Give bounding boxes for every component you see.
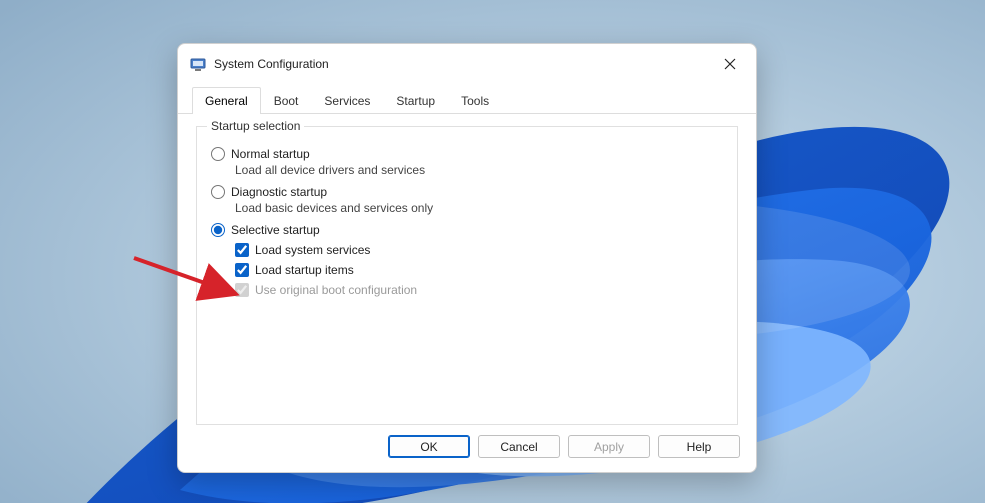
option-selective-startup[interactable]: Selective startup bbox=[211, 223, 723, 237]
label-diagnostic-startup: Diagnostic startup bbox=[231, 185, 327, 199]
desc-diagnostic-startup: Load basic devices and services only bbox=[235, 201, 723, 215]
radio-selective-startup[interactable] bbox=[211, 223, 225, 237]
tab-startup[interactable]: Startup bbox=[383, 87, 448, 114]
apply-button: Apply bbox=[568, 435, 650, 458]
tab-general[interactable]: General bbox=[192, 87, 261, 114]
label-load-system-services: Load system services bbox=[255, 243, 370, 257]
checkbox-load-system-services[interactable] bbox=[235, 243, 249, 257]
label-use-original-boot: Use original boot configuration bbox=[255, 283, 417, 297]
cancel-button[interactable]: Cancel bbox=[478, 435, 560, 458]
tab-tools[interactable]: Tools bbox=[448, 87, 502, 114]
label-selective-startup: Selective startup bbox=[231, 223, 320, 237]
desc-normal-startup: Load all device drivers and services bbox=[235, 163, 723, 177]
label-load-startup-items: Load startup items bbox=[255, 263, 354, 277]
help-button[interactable]: Help bbox=[658, 435, 740, 458]
checkbox-use-original-boot bbox=[235, 283, 249, 297]
window-title: System Configuration bbox=[214, 57, 714, 71]
tab-services[interactable]: Services bbox=[311, 87, 383, 114]
titlebar: System Configuration bbox=[178, 44, 756, 80]
radio-normal-startup[interactable] bbox=[211, 147, 225, 161]
checkbox-load-startup-items[interactable] bbox=[235, 263, 249, 277]
option-load-startup-items[interactable]: Load startup items bbox=[235, 263, 723, 277]
system-configuration-dialog: System Configuration General Boot Servic… bbox=[177, 43, 757, 473]
msconfig-icon bbox=[190, 56, 206, 72]
radio-diagnostic-startup[interactable] bbox=[211, 185, 225, 199]
close-button[interactable] bbox=[714, 52, 746, 76]
tab-boot[interactable]: Boot bbox=[261, 87, 312, 114]
option-normal-startup[interactable]: Normal startup bbox=[211, 147, 723, 161]
label-normal-startup: Normal startup bbox=[231, 147, 310, 161]
option-use-original-boot: Use original boot configuration bbox=[235, 283, 723, 297]
startup-selection-group: Startup selection Normal startup Load al… bbox=[196, 126, 738, 425]
ok-button[interactable]: OK bbox=[388, 435, 470, 458]
dialog-actions: OK Cancel Apply Help bbox=[178, 425, 756, 472]
tab-bar: General Boot Services Startup Tools bbox=[178, 80, 756, 114]
close-icon bbox=[724, 58, 736, 70]
option-diagnostic-startup[interactable]: Diagnostic startup bbox=[211, 185, 723, 199]
group-legend: Startup selection bbox=[207, 119, 304, 133]
option-load-system-services[interactable]: Load system services bbox=[235, 243, 723, 257]
